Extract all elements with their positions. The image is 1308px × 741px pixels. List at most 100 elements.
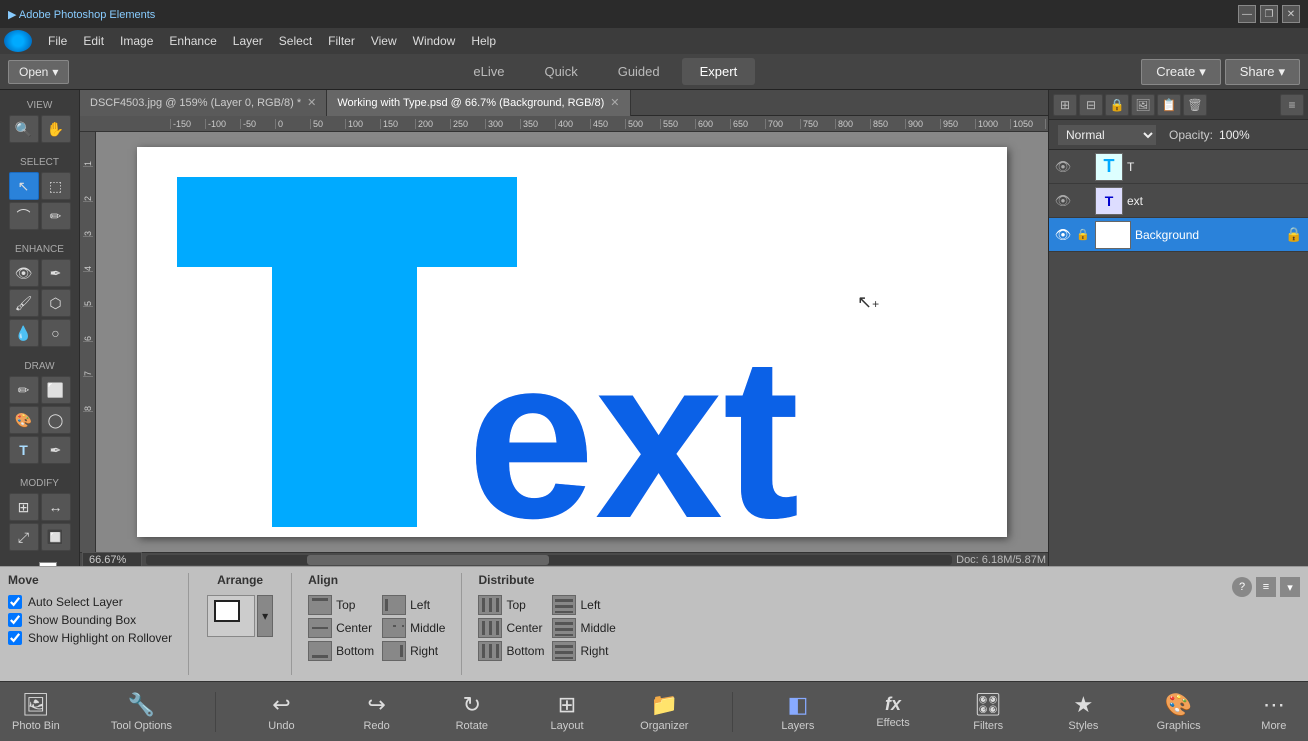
layer-visibility-t[interactable]: 👁 <box>1055 159 1071 175</box>
help-btn[interactable]: ? <box>1232 577 1252 597</box>
dock-redo[interactable]: ↪ Redo <box>347 688 407 736</box>
minimize-button[interactable]: — <box>1238 5 1256 23</box>
tab-dscf[interactable]: DSCF4503.jpg @ 159% (Layer 0, RGB/8) * ✕ <box>80 90 327 116</box>
menu-filter[interactable]: Filter <box>320 32 363 50</box>
dock-layers[interactable]: ◧ Layers <box>768 688 828 736</box>
bounding-box-checkbox[interactable] <box>8 613 22 627</box>
move-tool[interactable]: ↖ <box>9 172 39 200</box>
auto-select-checkbox[interactable] <box>8 595 22 609</box>
main-canvas[interactable]: ext ext ↖+ <box>137 147 1007 537</box>
marquee-tool[interactable]: ⬚ <box>41 172 71 200</box>
panel-btn-5[interactable]: 📋 <box>1157 94 1181 116</box>
horizontal-scrollbar[interactable]: 66.67% Doc: 6.18M/5.87M <box>80 552 1048 566</box>
menu-file[interactable]: File <box>40 32 75 50</box>
shape-tool[interactable]: ◯ <box>41 406 71 434</box>
tab-guided[interactable]: Guided <box>600 58 678 85</box>
layer-visibility-bg[interactable]: 👁 <box>1055 227 1071 243</box>
open-button[interactable]: Open ▾ <box>8 60 69 84</box>
hand-tool[interactable]: ✋ <box>41 115 71 143</box>
options-menu-btn[interactable]: ≡ <box>1256 577 1276 597</box>
align-top-btn[interactable]: Top <box>308 595 374 615</box>
dist-bottom-btn[interactable]: Bottom <box>478 641 544 661</box>
dist-middle-btn[interactable]: Middle <box>552 618 615 638</box>
menu-help[interactable]: Help <box>463 32 504 50</box>
pen-tool[interactable]: ✒ <box>41 436 71 464</box>
heal-tool[interactable]: ✒ <box>41 259 71 287</box>
dock-tool-options[interactable]: 🔧 Tool Options <box>103 688 180 736</box>
type-tool[interactable]: T <box>9 436 39 464</box>
close-button[interactable]: ✕ <box>1282 5 1300 23</box>
dock-rotate[interactable]: ↻ Rotate <box>442 688 502 736</box>
crop-tool[interactable]: ⊞ <box>9 493 39 521</box>
dist-right-btn[interactable]: Right <box>552 641 615 661</box>
panel-menu-btn[interactable]: ≡ <box>1280 94 1304 116</box>
options-expand-btn[interactable]: ▾ <box>1280 577 1300 597</box>
menu-window[interactable]: Window <box>405 32 464 50</box>
align-left-btn[interactable]: Left <box>382 595 445 615</box>
dock-more[interactable]: ⋯ More <box>1244 688 1304 736</box>
tab-close-1[interactable]: ✕ <box>307 96 316 109</box>
layer-item-t[interactable]: 👁 T T <box>1049 150 1308 184</box>
zoom-tool[interactable]: 🔍 <box>9 115 39 143</box>
dock-effects[interactable]: fx Effects <box>863 690 923 733</box>
arrange-preview-btn[interactable] <box>207 595 255 637</box>
layer-item-ext[interactable]: 👁 T ext <box>1049 184 1308 218</box>
clone-tool[interactable]: 🖌 <box>9 289 39 317</box>
menu-view[interactable]: View <box>363 32 405 50</box>
panel-btn-3[interactable]: 🔒 <box>1105 94 1129 116</box>
tab-close-2[interactable]: ✕ <box>610 96 619 109</box>
tab-quick[interactable]: Quick <box>526 58 595 85</box>
tab-expert[interactable]: Expert <box>682 58 756 85</box>
menu-enhance[interactable]: Enhance <box>161 32 224 50</box>
tab-elive[interactable]: eLive <box>455 58 522 85</box>
layer-item-background[interactable]: 👁 🔒 Background 🔒 <box>1049 218 1308 252</box>
share-button[interactable]: Share ▾ <box>1225 59 1300 85</box>
align-center-btn[interactable]: Center <box>308 618 374 638</box>
dock-layout[interactable]: ⊞ Layout <box>537 688 597 736</box>
blend-mode-select[interactable]: Normal Multiply Screen Overlay <box>1057 124 1157 146</box>
dock-styles[interactable]: ★ Styles <box>1053 688 1113 736</box>
dock-organizer[interactable]: 📁 Organizer <box>632 688 696 736</box>
dock-filters[interactable]: 🎛 Filters <box>958 688 1018 736</box>
menu-edit[interactable]: Edit <box>75 32 112 50</box>
panel-btn-2[interactable]: ⊟ <box>1079 94 1103 116</box>
background-color-swatch[interactable] <box>39 562 57 566</box>
arrange-dropdown-btn[interactable]: ▾ <box>257 595 273 637</box>
straighten-tool[interactable]: ↔ <box>41 493 71 521</box>
layer-visibility-ext[interactable]: 👁 <box>1055 193 1071 209</box>
dodge-tool[interactable]: ○ <box>41 319 71 347</box>
create-button[interactable]: Create ▾ <box>1141 59 1221 85</box>
scroll-thumb-h[interactable] <box>307 555 549 565</box>
dist-top-btn[interactable]: Top <box>478 595 544 615</box>
menu-layer[interactable]: Layer <box>225 32 271 50</box>
dist-center-btn[interactable]: Center <box>478 618 544 638</box>
dock-graphics[interactable]: 🎨 Graphics <box>1149 688 1209 736</box>
lasso-tool[interactable]: ⌒ <box>9 202 39 230</box>
sponge-tool[interactable]: 💧 <box>9 319 39 347</box>
window-controls[interactable]: — ❐ ✕ <box>1238 5 1300 23</box>
align-middle-btn[interactable]: Middle <box>382 618 445 638</box>
content-aware-tool[interactable]: ⤢ <box>9 523 39 551</box>
dock-photo-bin[interactable]: 🖼 Photo Bin <box>4 688 68 736</box>
tab-working-type[interactable]: Working with Type.psd @ 66.7% (Backgroun… <box>327 90 630 116</box>
paint-bucket-tool[interactable]: 🎨 <box>9 406 39 434</box>
panel-btn-6[interactable]: 🗑 <box>1183 94 1207 116</box>
restore-button[interactable]: ❐ <box>1260 5 1278 23</box>
blur-tool[interactable]: ⬡ <box>41 289 71 317</box>
quick-select-tool[interactable]: ✏ <box>41 202 71 230</box>
panel-btn-1[interactable]: ⊞ <box>1053 94 1077 116</box>
eraser-tool[interactable]: ⬜ <box>41 376 71 404</box>
dock-undo[interactable]: ↩ Undo <box>251 688 311 736</box>
canvas-wrapper[interactable]: ext ext ↖+ <box>96 132 1048 552</box>
brush-tool[interactable]: ✏ <box>9 376 39 404</box>
panel-btn-4[interactable]: 🖼 <box>1131 94 1155 116</box>
scroll-track-h[interactable] <box>146 555 952 565</box>
highlight-checkbox[interactable] <box>8 631 22 645</box>
red-eye-tool[interactable]: 👁 <box>9 259 39 287</box>
recompose-tool[interactable]: 🔲 <box>41 523 71 551</box>
dist-left-btn[interactable]: Left <box>552 595 615 615</box>
menu-image[interactable]: Image <box>112 32 161 50</box>
align-bottom-btn[interactable]: Bottom <box>308 641 374 661</box>
align-right-btn[interactable]: Right <box>382 641 445 661</box>
menu-select[interactable]: Select <box>271 32 320 50</box>
